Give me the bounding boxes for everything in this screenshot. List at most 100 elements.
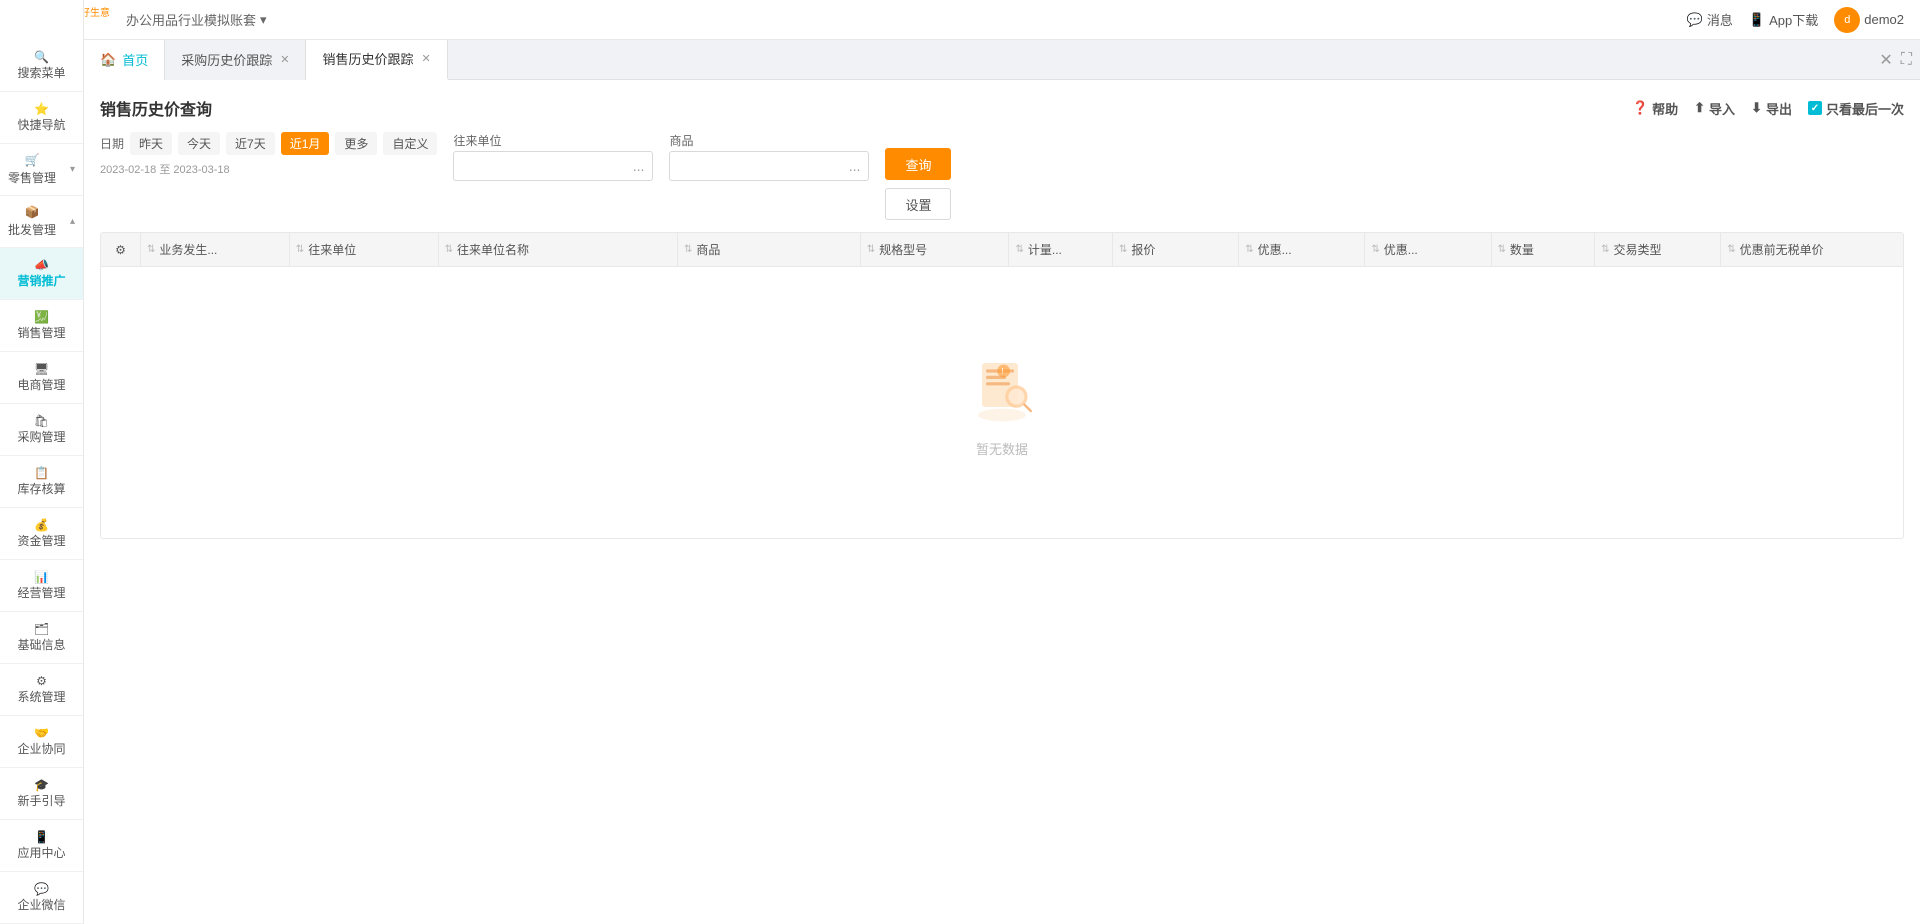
sidebar-item-corp[interactable]: 🤝 企业协同 (0, 716, 83, 768)
th-date-label: 业务发生... (159, 241, 217, 258)
date-btn-more[interactable]: 更多 (335, 132, 377, 155)
page-title-bar: 销售历史价查询 ❓ 帮助 ⬆ 导入 ⬇ 导出 ✓ 只看最后一次 (100, 96, 1904, 120)
goods-filter-input[interactable]: ... (669, 151, 869, 181)
table-header: ⚙ ⇅ 业务发生... ⇅ 往来单位 ⇅ 往来单位名称 ⇅ 商品 ⇅ 规格型号 (101, 233, 1903, 267)
goods-filter-label: 商品 (669, 132, 869, 149)
th-qty-label: 数量 (1510, 241, 1534, 258)
th-goods[interactable]: ⇅ 商品 (678, 233, 861, 266)
sidebar-item-ecommerce[interactable]: 🖥 电商管理 (0, 352, 83, 404)
tab-bar: 🏠 首页 采购历史价跟踪 ✕ 销售历史价跟踪 ✕ ✕ ⛶ (84, 40, 1920, 80)
query-button[interactable]: 查询 (885, 148, 951, 180)
th-unit-name[interactable]: ⇅ 往来单位名称 (439, 233, 678, 266)
sort-icon: ⇅ (296, 244, 304, 255)
th-discount1-label: 优惠... (1258, 241, 1292, 258)
sort-icon: ⇅ (445, 244, 453, 255)
sidebar-item-retail[interactable]: 🛒 零售管理 ▾ (0, 144, 83, 196)
import-label: 导入 (1709, 99, 1735, 118)
export-button[interactable]: ⬇ 导出 (1751, 99, 1792, 118)
date-btn-yesterday[interactable]: 昨天 (130, 132, 172, 155)
date-btn-custom[interactable]: 自定义 (383, 132, 437, 155)
th-price[interactable]: ⇅ 报价 (1113, 233, 1239, 266)
page-title: 销售历史价查询 (100, 96, 212, 120)
sidebar-item-finance[interactable]: 💰 资金管理 (0, 508, 83, 560)
date-btn-7days[interactable]: 近7天 (226, 132, 275, 155)
th-trade[interactable]: ⇅ 交易类型 (1595, 233, 1721, 266)
app-download-button[interactable]: 📱 App下载 (1749, 10, 1818, 29)
last-only-checkbox[interactable]: ✓ 只看最后一次 (1808, 99, 1904, 118)
th-settings[interactable]: ⚙ (101, 233, 141, 266)
th-goods-label: 商品 (696, 241, 720, 258)
th-spec[interactable]: ⇅ 规格型号 (861, 233, 1010, 266)
sidebar-item-system[interactable]: ⚙ 系统管理 (0, 664, 83, 716)
query-actions: 查询 设置 (885, 132, 951, 220)
sidebar-item-guide[interactable]: 🎓 新手引导 (0, 768, 83, 820)
date-btn-1month[interactable]: 近1月 (281, 132, 330, 155)
close-icon[interactable]: ✕ (421, 52, 430, 65)
tab-sales-history[interactable]: 销售历史价跟踪 ✕ (306, 40, 447, 80)
help-label: 帮助 (1652, 99, 1678, 118)
sort-icon: ⇅ (1119, 244, 1127, 255)
th-discount1[interactable]: ⇅ 优惠... (1239, 233, 1365, 266)
th-notax[interactable]: ⇅ 优惠前无税单价 (1721, 233, 1903, 266)
home-icon: 🏠 (100, 52, 116, 68)
th-trade-label: 交易类型 (1613, 241, 1661, 258)
purchase-icon: 🛍 (34, 414, 49, 428)
user-profile[interactable]: d demo2 (1834, 7, 1904, 33)
help-button[interactable]: ❓ 帮助 (1632, 99, 1678, 118)
retail-icon: 🛒 (25, 153, 40, 167)
th-unit-label: 计量... (1028, 241, 1062, 258)
tab-purchase-history-label: 采购历史价跟踪 (181, 50, 272, 69)
import-button[interactable]: ⬆ 导入 (1694, 99, 1735, 118)
th-date[interactable]: ⇅ 业务发生... (141, 233, 290, 266)
message-button[interactable]: 💬 消息 (1687, 10, 1733, 29)
corp-wechat-icon: 💬 (34, 882, 49, 896)
tab-home[interactable]: 🏠 首页 (84, 40, 165, 80)
setting-button[interactable]: 设置 (885, 188, 951, 220)
date-btn-today[interactable]: 今天 (178, 132, 220, 155)
sidebar-item-wholesale[interactable]: 📦 批发管理 ▴ (0, 196, 83, 248)
sidebar-item-corp-wechat[interactable]: 💬 企业微信 (0, 872, 83, 924)
sidebar-item-quick-nav[interactable]: ⭐ 快捷导航 (0, 92, 83, 144)
sidebar-item-label: 快捷导航 (17, 116, 65, 133)
sidebar-item-label: 基础信息 (17, 636, 65, 653)
th-unit-code[interactable]: ⇅ 往来单位 (290, 233, 439, 266)
sidebar-item-label: 经营管理 (17, 584, 65, 601)
th-unit[interactable]: ⇅ 计量... (1009, 233, 1113, 266)
sidebar-item-label: 营销推广 (17, 272, 65, 289)
date-filter-label: 日期 (100, 135, 124, 152)
basic-icon: 🗂 (34, 622, 49, 636)
guide-icon: 🎓 (34, 778, 49, 792)
sidebar-item-label: 新手引导 (17, 792, 65, 809)
th-unit-code-label: 往来单位 (308, 241, 356, 258)
sidebar-item-operation[interactable]: 📊 经营管理 (0, 560, 83, 612)
finance-icon: 💰 (34, 518, 49, 532)
sidebar-item-label: 采购管理 (17, 428, 65, 445)
maximize-button[interactable]: ⛶ (1901, 51, 1912, 69)
sidebar-item-label: 电商管理 (17, 376, 65, 393)
sidebar-item-search[interactable]: 🔍 搜索菜单 (0, 40, 83, 92)
app-selector[interactable]: 办公用品行业模拟账套 ▾ (126, 10, 267, 29)
th-qty[interactable]: ⇅ 数量 (1492, 233, 1596, 266)
sidebar-item-sales[interactable]: 💹 销售管理 (0, 300, 83, 352)
sidebar-item-app-center[interactable]: 📱 应用中心 (0, 820, 83, 872)
username-label: demo2 (1864, 12, 1904, 27)
tab-purchase-history[interactable]: 采购历史价跟踪 ✕ (165, 40, 306, 80)
checkbox-icon: ✓ (1808, 101, 1822, 115)
sidebar-item-label: 资金管理 (17, 532, 65, 549)
corp-icon: 🤝 (34, 726, 49, 740)
sidebar-item-marketing[interactable]: 📣 营销推广 (0, 248, 83, 300)
sort-icon: ⇅ (1727, 244, 1735, 255)
sidebar-item-label: 搜索菜单 (17, 64, 65, 81)
page-title-actions: ❓ 帮助 ⬆ 导入 ⬇ 导出 ✓ 只看最后一次 (1632, 99, 1904, 118)
sidebar-item-purchase[interactable]: 🛍 采购管理 (0, 404, 83, 456)
sidebar-item-basic[interactable]: 🗂 基础信息 (0, 612, 83, 664)
sort-icon: ⇅ (1371, 244, 1379, 255)
import-icon: ⬆ (1694, 100, 1705, 116)
sidebar-item-inventory[interactable]: 📋 库存核算 (0, 456, 83, 508)
date-range-text: 2023-02-18 至 2023-03-18 (100, 161, 437, 177)
app-center-icon: 📱 (34, 830, 49, 844)
close-icon[interactable]: ✕ (280, 53, 289, 66)
partner-filter-input[interactable]: ... (453, 151, 653, 181)
th-discount2[interactable]: ⇅ 优惠... (1365, 233, 1491, 266)
close-tab-button[interactable]: ✕ (1879, 50, 1892, 70)
